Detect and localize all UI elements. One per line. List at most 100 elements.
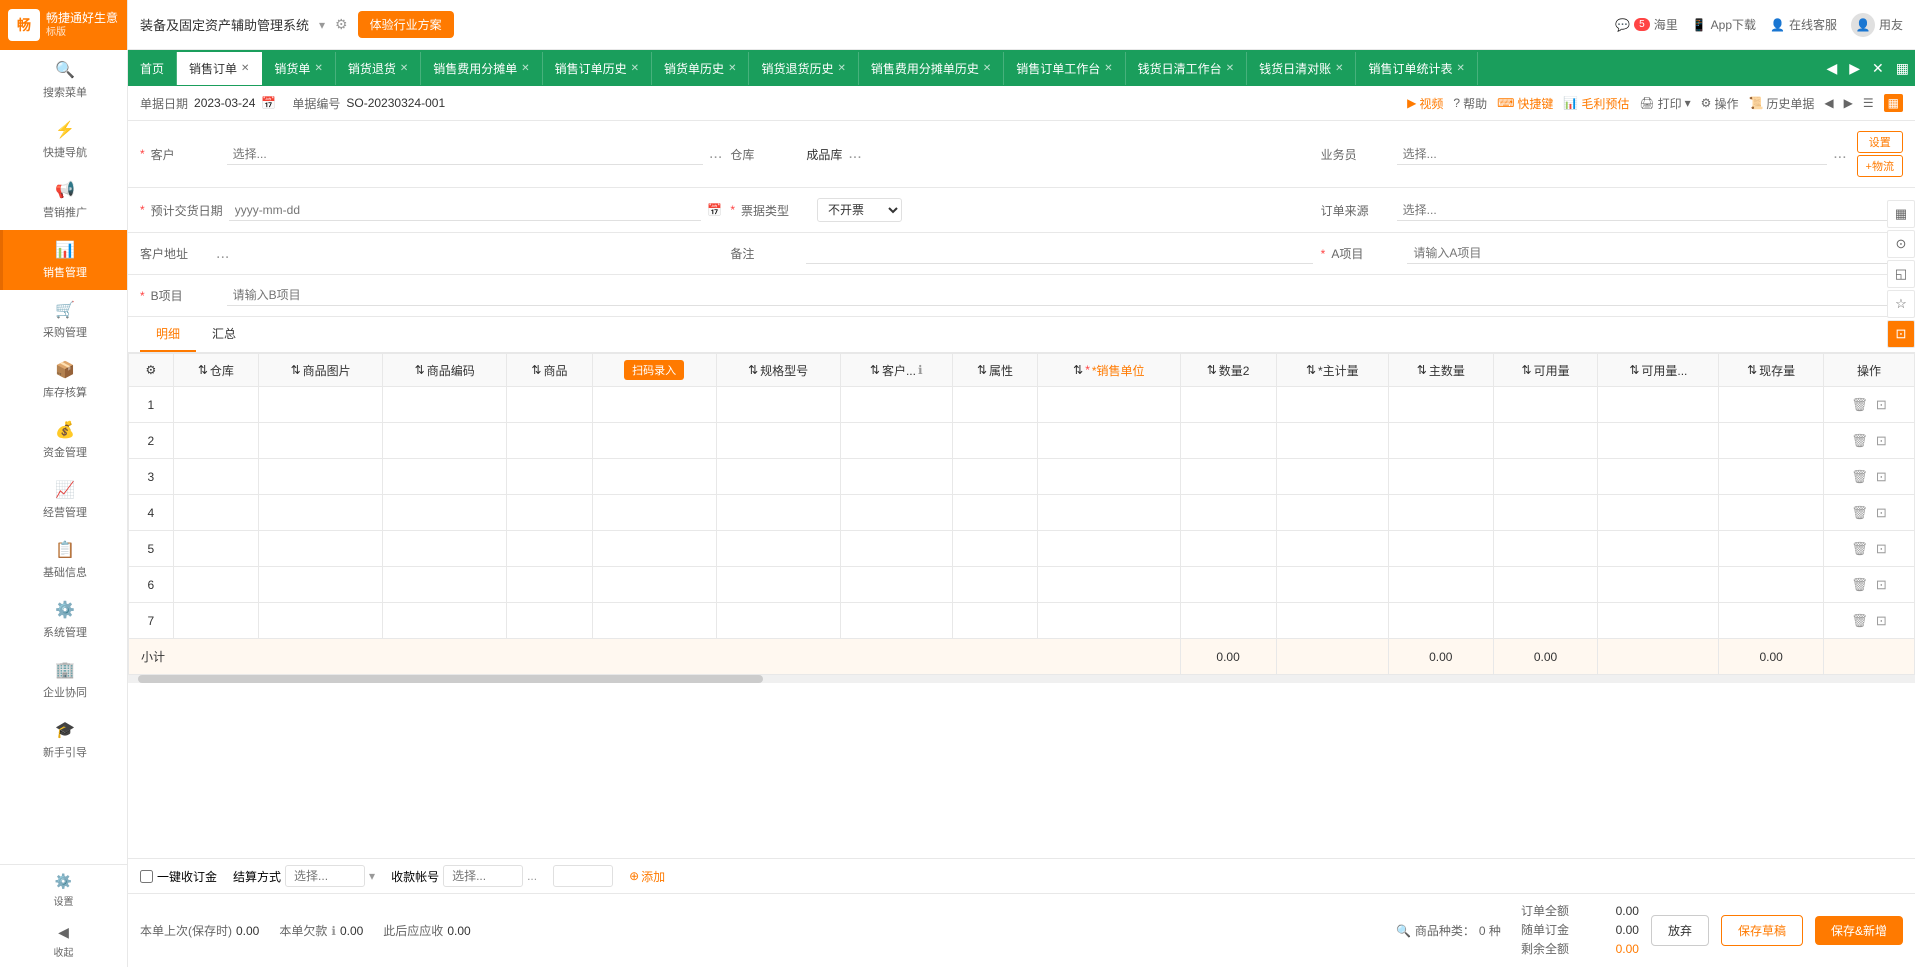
close-icon[interactable]: ✕ (241, 63, 249, 74)
warehouse-dots-icon[interactable]: ... (848, 145, 861, 163)
th-scan[interactable]: 扫码录入 (592, 354, 716, 387)
notification-btn[interactable]: 💬 5 海里 (1615, 16, 1678, 33)
close-icon[interactable]: ✕ (1226, 63, 1234, 74)
tab-sales-refund[interactable]: 销货退货 ✕ (336, 52, 421, 85)
th-settings[interactable]: ⚙ (129, 354, 174, 387)
cell-attributes[interactable] (952, 387, 1037, 423)
cell-customer-code[interactable] (840, 387, 952, 423)
th-qty2[interactable]: ⇅ 数量2 (1180, 354, 1276, 387)
delete-btn[interactable]: 🗑 (1849, 395, 1870, 415)
discard-button[interactable]: 放弃 (1651, 915, 1709, 946)
one-click-checkout-checkbox[interactable]: 一键收订金 (140, 868, 217, 885)
cell-sales-unit[interactable] (1038, 387, 1180, 423)
close-icon[interactable]: ✕ (631, 63, 639, 74)
settlement-chevron-icon[interactable]: ▾ (369, 869, 375, 883)
order-source-input[interactable] (1397, 200, 1903, 221)
delete-btn[interactable]: 🗑 (1849, 467, 1870, 487)
save-new-button[interactable]: 保存&新增 (1815, 916, 1903, 945)
close-icon[interactable]: ✕ (1457, 63, 1465, 74)
copy-btn[interactable]: ⊡ (1874, 611, 1889, 631)
tab-sales-expense-history[interactable]: 销售费用分摊单历史 ✕ (859, 52, 1004, 85)
close-icon[interactable]: ✕ (983, 63, 991, 74)
salesperson-dots-icon[interactable]: ... (1833, 145, 1846, 163)
print-btn[interactable]: 🖨 打印 ▾ (1639, 95, 1690, 112)
sidebar-item-marketing[interactable]: 📢 营销推广 (0, 170, 127, 230)
copy-btn[interactable]: ⊡ (1874, 467, 1889, 487)
sidebar-item-inventory[interactable]: 📦 库存核算 (0, 350, 127, 410)
copy-btn[interactable]: ⊡ (1874, 431, 1889, 451)
one-click-checkbox-input[interactable] (140, 870, 153, 883)
tab-sales-order-history[interactable]: 销售订单历史 ✕ (543, 52, 652, 85)
settings-button[interactable]: 设置 (1857, 131, 1903, 153)
tab-sales-return[interactable]: 销货单 ✕ (262, 52, 335, 85)
calendar2-icon[interactable]: 📅 (707, 203, 722, 217)
float-btn-4[interactable]: ☆ (1887, 290, 1915, 318)
delete-btn[interactable]: 🗑 (1849, 611, 1870, 631)
scrollbar-thumb[interactable] (138, 675, 763, 683)
sidebar-item-search[interactable]: 🔍 搜索菜单 (0, 50, 127, 110)
delivery-date-input[interactable] (229, 200, 702, 221)
save-draft-button[interactable]: 保存草稿 (1721, 915, 1803, 946)
remarks-input[interactable] (806, 243, 1312, 264)
operation-btn[interactable]: ⚙ 操作 (1701, 95, 1739, 112)
tab-sales-order-stats[interactable]: 销售订单统计表 ✕ (1356, 52, 1477, 85)
sidebar-item-sales[interactable]: 📊 销售管理 (0, 230, 127, 290)
solution-btn[interactable]: 体验行业方案 (358, 11, 454, 38)
tab-menu-btn[interactable]: ▦ (1890, 56, 1915, 81)
sub-tab-summary[interactable]: 汇总 (196, 317, 252, 352)
cell-product-code[interactable] (383, 387, 507, 423)
sidebar-item-purchase[interactable]: 🛒 采购管理 (0, 290, 127, 350)
tab-home[interactable]: 首页 (128, 52, 177, 85)
settlement-method-input[interactable] (285, 865, 365, 887)
float-btn-1[interactable]: ▦ (1887, 200, 1915, 228)
cell-main-qty[interactable] (1388, 387, 1493, 423)
cell-product[interactable] (507, 387, 592, 423)
tab-sales-expense-split[interactable]: 销售费用分摊单 ✕ (421, 52, 542, 85)
float-btn-2[interactable]: ⊙ (1887, 230, 1915, 258)
sub-tab-detail[interactable]: 明细 (140, 317, 196, 352)
user-menu[interactable]: 👤 用友 (1851, 13, 1903, 37)
th-main-qty[interactable]: ⇅ 主数量 (1388, 354, 1493, 387)
topbar-gear-icon[interactable]: ⚙ (335, 16, 348, 33)
customer-dots-icon[interactable]: ... (709, 145, 722, 163)
float-btn-3[interactable]: ◱ (1887, 260, 1915, 288)
b-project-input[interactable] (227, 285, 1903, 306)
app-download-btn[interactable]: 📱 App下载 (1692, 16, 1756, 33)
th-warehouse[interactable]: ⇅ 仓库 (173, 354, 258, 387)
online-service-btn[interactable]: 👤 在线客服 (1770, 16, 1837, 33)
th-main-unit[interactable]: ⇅ *主计量 (1276, 354, 1388, 387)
nav-next-icon[interactable]: ▶ (1844, 96, 1853, 110)
copy-btn[interactable]: ⊡ (1874, 395, 1889, 415)
layout-grid-icon[interactable]: ▦ (1884, 94, 1903, 112)
sidebar-item-quick-nav[interactable]: ⚡ 快捷导航 (0, 110, 127, 170)
nav-prev-icon[interactable]: ◀ (1824, 96, 1833, 110)
cell-main-unit[interactable] (1276, 387, 1388, 423)
close-icon[interactable]: ✕ (837, 63, 845, 74)
delete-btn[interactable]: 🗑 (1849, 503, 1870, 523)
th-current-stock[interactable]: ⇅ 现存量 (1719, 354, 1824, 387)
cell-warehouse[interactable] (173, 387, 258, 423)
sidebar-item-basic[interactable]: 📋 基础信息 (0, 530, 127, 590)
table-scrollbar[interactable] (128, 675, 1915, 683)
receipt-dots-icon[interactable]: ... (527, 869, 537, 883)
close-icon[interactable]: ✕ (314, 63, 322, 74)
date-value[interactable]: 2023-03-24 (194, 96, 255, 110)
tab-cash-daily-reconcile[interactable]: 钱货日清对账 ✕ (1247, 52, 1356, 85)
close-icon[interactable]: ✕ (521, 63, 529, 74)
sidebar-item-finance[interactable]: 💰 资金管理 (0, 410, 127, 470)
amount-input[interactable]: 0.00 (553, 865, 613, 887)
sidebar-item-system[interactable]: ⚙️ 系统管理 (0, 590, 127, 650)
th-product-image[interactable]: ⇅ 商品图片 (259, 354, 383, 387)
th-product-code[interactable]: ⇅ 商品编码 (383, 354, 507, 387)
sidebar-item-guide[interactable]: 🎓 新手引导 (0, 710, 127, 770)
close-icon[interactable]: ✕ (1335, 63, 1343, 74)
doc-num-value[interactable]: SO-20230324-001 (346, 96, 445, 110)
th-product[interactable]: ⇅ 商品 (507, 354, 592, 387)
tab-sales-order-workbench[interactable]: 销售订单工作台 ✕ (1004, 52, 1125, 85)
th-sales-unit[interactable]: ⇅ **销售单位 (1038, 354, 1180, 387)
sidebar-settings-btn[interactable]: ⚙️ 设置 (0, 865, 127, 916)
delete-btn[interactable]: 🗑 (1849, 575, 1870, 595)
tab-sales-order[interactable]: 销售订单 ✕ (177, 52, 262, 85)
float-btn-5[interactable]: ⊡ (1887, 320, 1915, 348)
tab-sales-refund-history[interactable]: 销货退货历史 ✕ (749, 52, 858, 85)
